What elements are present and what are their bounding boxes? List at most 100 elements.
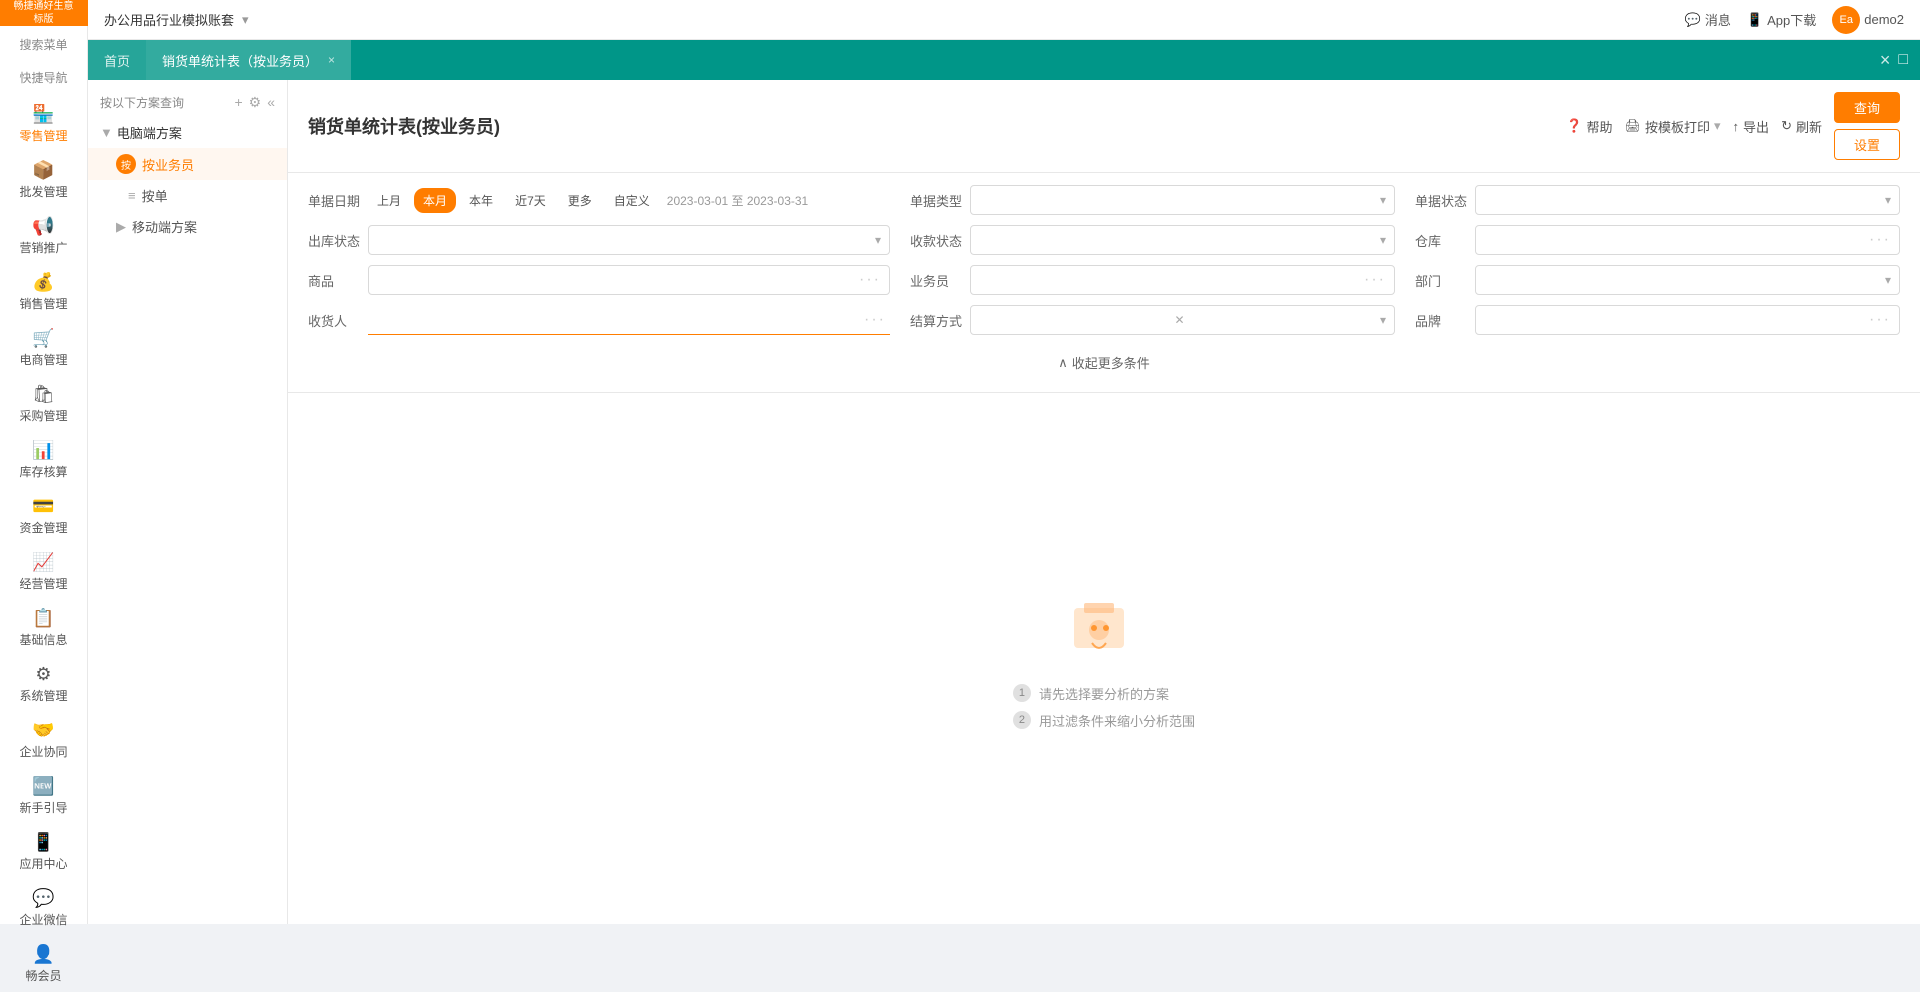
sidebar-item-basic[interactable]: 📋 基础信息 xyxy=(0,600,88,656)
goods-select[interactable]: ··· xyxy=(368,265,890,295)
sidebar-item-ecommerce[interactable]: 🛒 电商管理 xyxy=(0,320,88,376)
department-label: 部门 xyxy=(1415,271,1467,290)
sidebar-item-newbie[interactable]: 🆕 新手引导 xyxy=(0,768,88,824)
topbar-user[interactable]: Ea demo2 xyxy=(1832,6,1904,34)
tab-current[interactable]: 销货单统计表（按业务员） × xyxy=(146,40,351,80)
topbar-message[interactable]: 💬 消息 xyxy=(1685,10,1731,29)
brand-select[interactable]: ··· xyxy=(1475,305,1900,335)
date-btn-more[interactable]: 更多 xyxy=(559,188,601,213)
export-btn[interactable]: ↑ 导出 xyxy=(1733,117,1770,136)
empty-state: 1 请先选择要分析的方案 2 用过滤条件来缩小分析范围 xyxy=(288,393,1920,924)
salesperson-scheme-icon: 按 xyxy=(116,154,136,174)
refresh-btn[interactable]: ↻ 刷新 xyxy=(1781,117,1822,136)
filter-row-4: 收货人 ··· 结算方式 ✕ ▾ xyxy=(308,305,1900,335)
sidebar-item-app-center[interactable]: 📱 应用中心 xyxy=(0,824,88,880)
tree-group-pc: ▼ 电脑端方案 按 按业务员 ≡ 按单 xyxy=(88,117,287,211)
sidebar-item-marketing[interactable]: 📢 营销推广 xyxy=(0,208,88,264)
sidebar-logo[interactable]: 畅捷通好生意 标版 xyxy=(0,0,88,26)
doc-type-select[interactable]: ▾ xyxy=(970,185,1395,215)
outbound-arrow: ▾ xyxy=(875,233,881,247)
sidebar-item-member[interactable]: 👤 畅会员 xyxy=(0,936,88,992)
add-scheme-btn[interactable]: + xyxy=(234,94,242,111)
marketing-icon: 📢 xyxy=(32,216,54,237)
warehouse-select[interactable]: ··· xyxy=(1475,225,1900,255)
tab-home[interactable]: 首页 xyxy=(88,40,146,80)
doc-scheme-icon: ≡ xyxy=(128,188,136,203)
date-btn-7days[interactable]: 近7天 xyxy=(506,188,555,213)
sales-icon: 💰 xyxy=(32,272,54,293)
print-dropdown-icon[interactable]: ▾ xyxy=(1714,118,1721,134)
sidebar-item-finance[interactable]: 💳 资金管理 xyxy=(0,488,88,544)
sidebar-item-cooperation[interactable]: 🤝 企业协同 xyxy=(0,712,88,768)
tree-child-salesperson-label: 按业务员 xyxy=(142,155,194,174)
filter-salesperson: 业务员 ··· xyxy=(910,265,1395,295)
brand-label: 品牌 xyxy=(1415,311,1467,330)
settings-scheme-btn[interactable]: ⚙ xyxy=(249,94,262,111)
sidebar-item-wechat[interactable]: 💬 企业微信 xyxy=(0,880,88,936)
sidebar-item-retail[interactable]: 🏪 零售管理 xyxy=(0,96,88,152)
tree-parent-pc[interactable]: ▼ 电脑端方案 xyxy=(88,117,287,148)
app-center-icon: 📱 xyxy=(32,832,54,853)
payment-status-select[interactable]: ▾ xyxy=(970,225,1395,255)
tree-grandchild-by-doc[interactable]: ≡ 按单 xyxy=(88,180,287,211)
topbar-app-download[interactable]: 📱 App下载 xyxy=(1747,10,1816,29)
page-header: 销货单统计表(按业务员) ❓ 帮助 🖨 按模板打印 ▾ ↑ 导出 xyxy=(288,80,1920,173)
help-btn[interactable]: ❓ 帮助 xyxy=(1566,117,1612,136)
left-panel-header: 按以下方案查询 + ⚙ « xyxy=(88,88,287,117)
user-avatar: Ea xyxy=(1832,6,1860,34)
collapse-panel-btn[interactable]: « xyxy=(267,94,275,111)
filter-warehouse: 仓库 ··· xyxy=(1415,225,1900,255)
receiver-input[interactable]: ··· xyxy=(368,305,890,335)
member-icon: 👤 xyxy=(32,944,54,965)
tree-child-by-salesperson[interactable]: 按 按业务员 xyxy=(88,148,287,180)
sidebar-item-system[interactable]: ⚙ 系统管理 xyxy=(0,656,88,712)
sidebar-quick-nav[interactable]: 快捷导航 xyxy=(0,63,87,92)
sidebar-search[interactable]: 搜索菜单 xyxy=(0,26,87,63)
query-button[interactable]: 查询 xyxy=(1834,92,1900,123)
salesperson-select[interactable]: ··· xyxy=(970,265,1395,295)
goods-dots: ··· xyxy=(859,271,881,289)
sidebar-logo-text: 畅捷通好生意 xyxy=(14,0,74,13)
sidebar-item-inventory[interactable]: 📊 库存核算 xyxy=(0,432,88,488)
sidebar-item-retail-label: 零售管理 xyxy=(19,127,67,144)
outbound-select[interactable]: ▾ xyxy=(368,225,890,255)
doc-status-label: 单据状态 xyxy=(1415,191,1467,210)
app-download-label: App下载 xyxy=(1767,10,1816,29)
refresh-icon: ↻ xyxy=(1781,118,1792,134)
date-btn-this-year[interactable]: 本年 xyxy=(460,188,502,213)
tab-close-btn[interactable]: × xyxy=(328,53,335,67)
window-max-btn[interactable]: □ xyxy=(1898,51,1908,69)
sidebar-item-purchase-label: 采购管理 xyxy=(19,407,67,424)
filter-date: 单据日期 上月 本月 本年 近7天 更多 自定义 2023-03-01 至 20… xyxy=(308,188,890,213)
left-panel-title: 按以下方案查询 xyxy=(100,94,184,111)
wholesale-icon: 📦 xyxy=(32,160,54,181)
window-close-btn[interactable]: × xyxy=(1880,50,1891,71)
tree-parent-mobile[interactable]: ▶ 移动端方案 xyxy=(88,211,287,242)
sidebar-item-wholesale[interactable]: 📦 批发管理 xyxy=(0,152,88,208)
sidebar-item-purchase[interactable]: 🛍 采购管理 xyxy=(0,376,88,432)
message-icon: 💬 xyxy=(1685,12,1701,28)
date-selector: 上月 本月 本年 近7天 更多 自定义 2023-03-01 至 2023-03… xyxy=(368,188,890,213)
sidebar-item-operations[interactable]: 📈 经营管理 xyxy=(0,544,88,600)
settings-button[interactable]: 设置 xyxy=(1834,129,1900,160)
settlement-arrow: ▾ xyxy=(1380,313,1386,327)
print-btn[interactable]: 🖨 按模板打印 ▾ xyxy=(1624,117,1720,136)
doc-status-select[interactable]: ▾ xyxy=(1475,185,1900,215)
topbar-right: 💬 消息 📱 App下载 Ea demo2 xyxy=(1685,6,1904,34)
sidebar-item-sales[interactable]: 💰 销售管理 xyxy=(0,264,88,320)
date-btn-custom[interactable]: 自定义 xyxy=(605,188,659,213)
filter-payment-status: 收款状态 ▾ xyxy=(910,225,1395,255)
filter-receiver: 收货人 ··· xyxy=(308,305,890,335)
user-initial: Ea xyxy=(1840,14,1853,26)
right-content: 销货单统计表(按业务员) ❓ 帮助 🖨 按模板打印 ▾ ↑ 导出 xyxy=(288,80,1920,924)
tab-current-label: 销货单统计表（按业务员） xyxy=(162,51,318,70)
department-select[interactable]: ▾ xyxy=(1475,265,1900,295)
collapse-btn[interactable]: ∧ 收起更多条件 xyxy=(1058,353,1150,372)
industry-dropdown-icon[interactable]: ▾ xyxy=(242,12,249,28)
tabbar-actions: × □ xyxy=(1880,50,1920,71)
settlement-clear[interactable]: ✕ xyxy=(1174,313,1184,327)
settlement-select[interactable]: ✕ ▾ xyxy=(970,305,1395,335)
date-btn-last-month[interactable]: 上月 xyxy=(368,188,410,213)
sidebar-item-cooperation-label: 企业协同 xyxy=(19,743,67,760)
date-btn-this-month[interactable]: 本月 xyxy=(414,188,456,213)
